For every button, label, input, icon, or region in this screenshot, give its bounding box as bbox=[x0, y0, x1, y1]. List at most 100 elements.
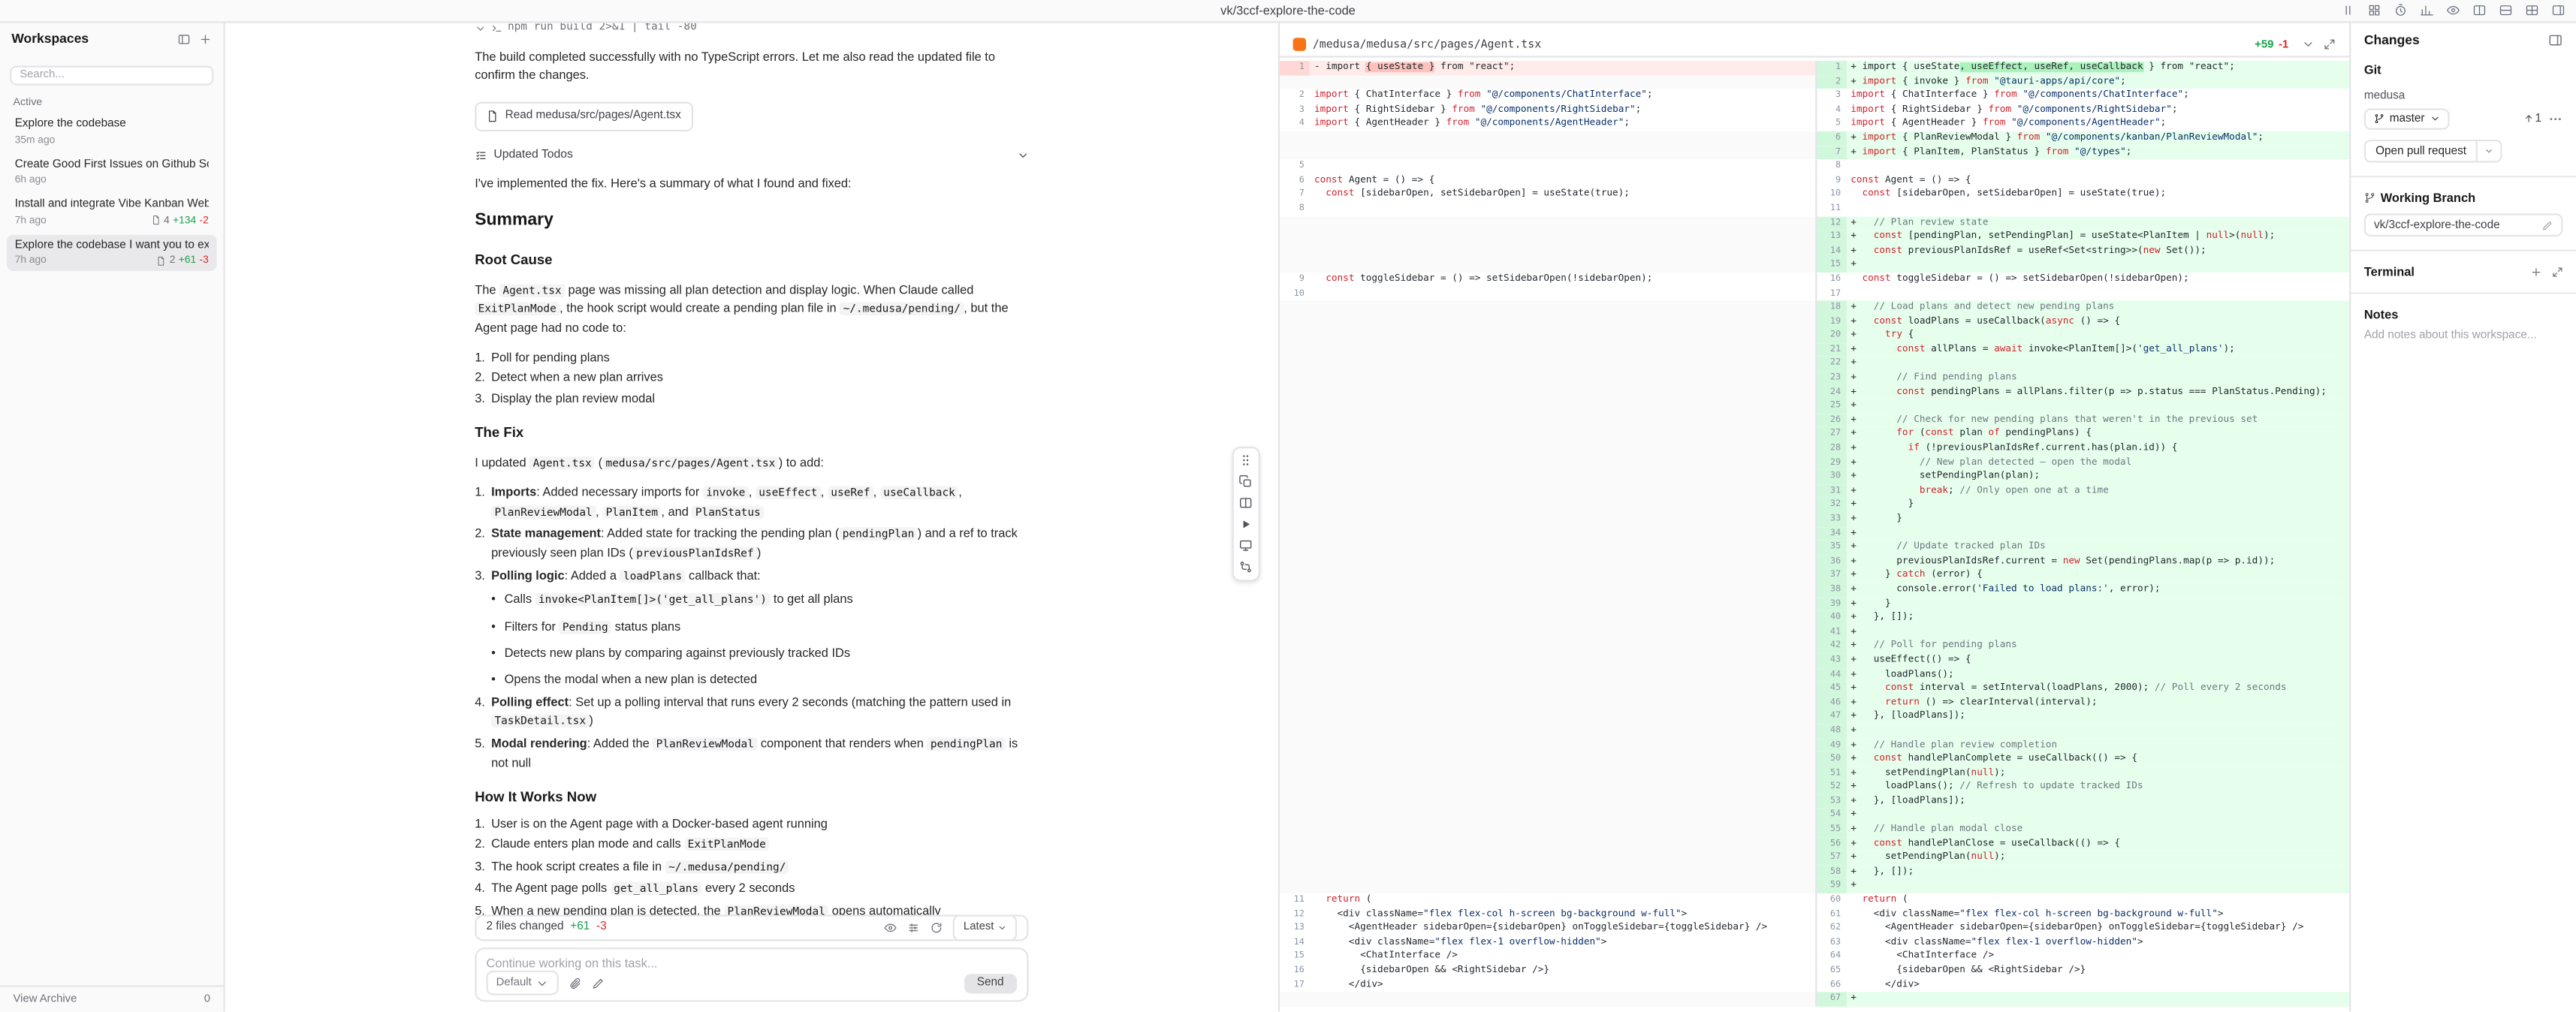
chat-scroll-area[interactable]: npm run build 2>&1 | tail -80 The build … bbox=[225, 23, 1278, 915]
timer-icon[interactable] bbox=[2393, 4, 2407, 18]
plus-icon[interactable] bbox=[2530, 266, 2542, 278]
read-file-chip[interactable]: Read medusa/src/pages/Agent.tsx bbox=[475, 101, 692, 131]
sub-list-item-text: Filters for Pending status plans bbox=[505, 617, 1029, 637]
workspace-item[interactable]: Explore the codebase I want you to ex...… bbox=[7, 234, 217, 271]
chevron-down-icon bbox=[2430, 113, 2440, 124]
layout-rows-icon[interactable] bbox=[2498, 4, 2512, 18]
chart-icon[interactable] bbox=[2419, 4, 2433, 18]
diff-new-line: 50+ const handlePlanComplete = useCallba… bbox=[1814, 752, 2349, 767]
line-content: import { AgentHeader } from "@/component… bbox=[1309, 117, 1814, 131]
diff-new-line: 36+ previousPlanIdsRef.current = new Set… bbox=[1814, 555, 2349, 569]
diff-old-line bbox=[1280, 696, 1814, 710]
expand-icon[interactable] bbox=[2550, 266, 2562, 278]
list-item: 3.Polling logic: Added a loadPlans callb… bbox=[475, 566, 1028, 586]
layout-icon[interactable] bbox=[177, 32, 191, 46]
message-input[interactable] bbox=[487, 956, 1018, 971]
diff-new-line: 33+ } bbox=[1814, 513, 2349, 527]
more-options-icon[interactable] bbox=[2548, 112, 2563, 127]
panel-toggle-icon[interactable] bbox=[2548, 33, 2563, 48]
model-selector[interactable]: Default bbox=[487, 971, 558, 995]
line-content bbox=[1309, 287, 1814, 301]
tool-call-collapsed[interactable]: npm run build 2>&1 | tail -80 bbox=[475, 23, 1028, 38]
play-icon[interactable] bbox=[1239, 517, 1253, 532]
assistant-paragraph: I've implemented the fix. Here's a summa… bbox=[475, 173, 1028, 192]
inline-code: ~/.medusa/pending/ bbox=[665, 860, 789, 874]
line-number: 18 bbox=[1816, 301, 1845, 315]
eye-icon[interactable] bbox=[885, 921, 898, 935]
view-archive-link[interactable]: View Archive bbox=[14, 993, 77, 1004]
refresh-icon[interactable] bbox=[931, 921, 944, 935]
sub-list-item-text: Detects new plans by comparing against p… bbox=[505, 644, 1029, 663]
todos-label: Updated Todos bbox=[493, 146, 573, 164]
workspace-item[interactable]: Explore the codebase35m ago bbox=[7, 113, 217, 150]
line-number bbox=[1280, 851, 1309, 866]
line-number: 13 bbox=[1816, 230, 1845, 245]
diff-row: 39+ } bbox=[1280, 597, 2349, 611]
git-compare-icon[interactable] bbox=[1239, 560, 1253, 574]
expand-icon[interactable] bbox=[2323, 38, 2336, 51]
diff-row: 31+ break; // Only open one at a time bbox=[1280, 484, 2349, 498]
chevron-down-icon bbox=[997, 923, 1007, 932]
line-content: import { ChatInterface } from "@/compone… bbox=[1846, 89, 2349, 104]
eye-icon[interactable] bbox=[2445, 4, 2460, 18]
line-number: 60 bbox=[1816, 893, 1845, 908]
send-button[interactable]: Send bbox=[964, 973, 1017, 992]
bullet-marker: • bbox=[491, 644, 505, 663]
layout-columns-icon[interactable] bbox=[1239, 496, 1253, 511]
line-number bbox=[1280, 414, 1309, 428]
chevron-down-icon[interactable] bbox=[1016, 149, 1028, 161]
message-composer[interactable]: Default Send bbox=[475, 947, 1028, 1001]
diff-file-header[interactable]: /medusa/medusa/src/pages/Agent.tsx +59 -… bbox=[1280, 33, 2349, 58]
diff-new-line: 56+ const handlePlanClose = useCallback(… bbox=[1814, 837, 2349, 851]
pencil-icon[interactable] bbox=[591, 977, 605, 990]
list-item: •Opens the modal when a new plan is dete… bbox=[475, 667, 1028, 691]
badge-additions: +134 bbox=[173, 214, 196, 225]
notes-placeholder[interactable]: Add notes about this workspace... bbox=[2364, 330, 2563, 342]
layout-columns-icon[interactable] bbox=[2472, 4, 2486, 18]
copy-icon[interactable] bbox=[1239, 474, 1253, 489]
diff-row: 6+ import { PlanReviewModal } from "@/co… bbox=[1280, 131, 2349, 146]
working-branch-input[interactable]: vk/3ccf-explore-the-code bbox=[2364, 213, 2563, 236]
workspace-list[interactable]: Explore the codebase35m ago Create Good F… bbox=[0, 113, 224, 986]
line-content bbox=[1309, 513, 1814, 527]
line-number: 6 bbox=[1280, 173, 1309, 188]
line-content: {sidebarOpen && <RightSidebar />} bbox=[1846, 964, 2349, 978]
line-content: const [sidebarOpen, setSidebarOpen] = us… bbox=[1309, 188, 1814, 202]
grip-icon[interactable] bbox=[1239, 453, 1253, 468]
diff-scroll-area[interactable]: 1- import { useState } from "react";1+ i… bbox=[1280, 61, 2349, 1012]
workspace-item[interactable]: Create Good First Issues on Github So ..… bbox=[7, 154, 217, 191]
inline-code: Agent.tsx bbox=[499, 283, 565, 297]
line-number: 36 bbox=[1816, 555, 1845, 569]
divider bbox=[2351, 292, 2576, 294]
sliders-icon[interactable] bbox=[908, 921, 922, 935]
branch-selector[interactable]: master bbox=[2364, 108, 2451, 129]
changed-files-bar[interactable]: 2 files changed +61 -3 Latest bbox=[475, 914, 1028, 941]
open-pull-request-button[interactable]: Open pull request bbox=[2364, 140, 2502, 163]
diff-old-line bbox=[1280, 823, 1814, 837]
chevron-down-icon[interactable] bbox=[2302, 38, 2315, 51]
diff-new-line: 59+ bbox=[1814, 879, 2349, 893]
line-number: 16 bbox=[1816, 273, 1845, 287]
workspace-title: Explore the codebase bbox=[15, 119, 209, 130]
line-content: <div className="flex flex-col h-screen b… bbox=[1846, 908, 2349, 922]
updated-todos-toggle[interactable]: Updated Todos bbox=[475, 146, 1028, 164]
line-content: import { AgentHeader } from "@/component… bbox=[1846, 117, 2349, 131]
notes-section-label: Notes bbox=[2364, 307, 2563, 322]
layout-grid-icon[interactable] bbox=[2524, 4, 2538, 18]
sidebar-right-icon[interactable] bbox=[2550, 4, 2565, 18]
grid-icon[interactable] bbox=[2366, 4, 2381, 18]
paperclip-icon[interactable] bbox=[568, 977, 581, 990]
line-number: 46 bbox=[1816, 696, 1845, 710]
version-dropdown[interactable]: Latest bbox=[954, 915, 1017, 940]
pause-icon[interactable] bbox=[2340, 4, 2354, 18]
line-number bbox=[1280, 357, 1309, 372]
plus-icon[interactable] bbox=[199, 32, 213, 46]
line-content bbox=[1309, 216, 1814, 230]
workspace-search-input[interactable] bbox=[10, 65, 213, 84]
monitor-icon[interactable] bbox=[1239, 539, 1253, 553]
line-number: 7 bbox=[1816, 146, 1845, 160]
terminal-icon bbox=[491, 23, 502, 34]
pencil-icon[interactable] bbox=[2541, 219, 2553, 230]
workspace-item[interactable]: Install and integrate Vibe Kanban Web...… bbox=[7, 194, 217, 230]
diff-row: 34+ bbox=[1280, 526, 2349, 541]
